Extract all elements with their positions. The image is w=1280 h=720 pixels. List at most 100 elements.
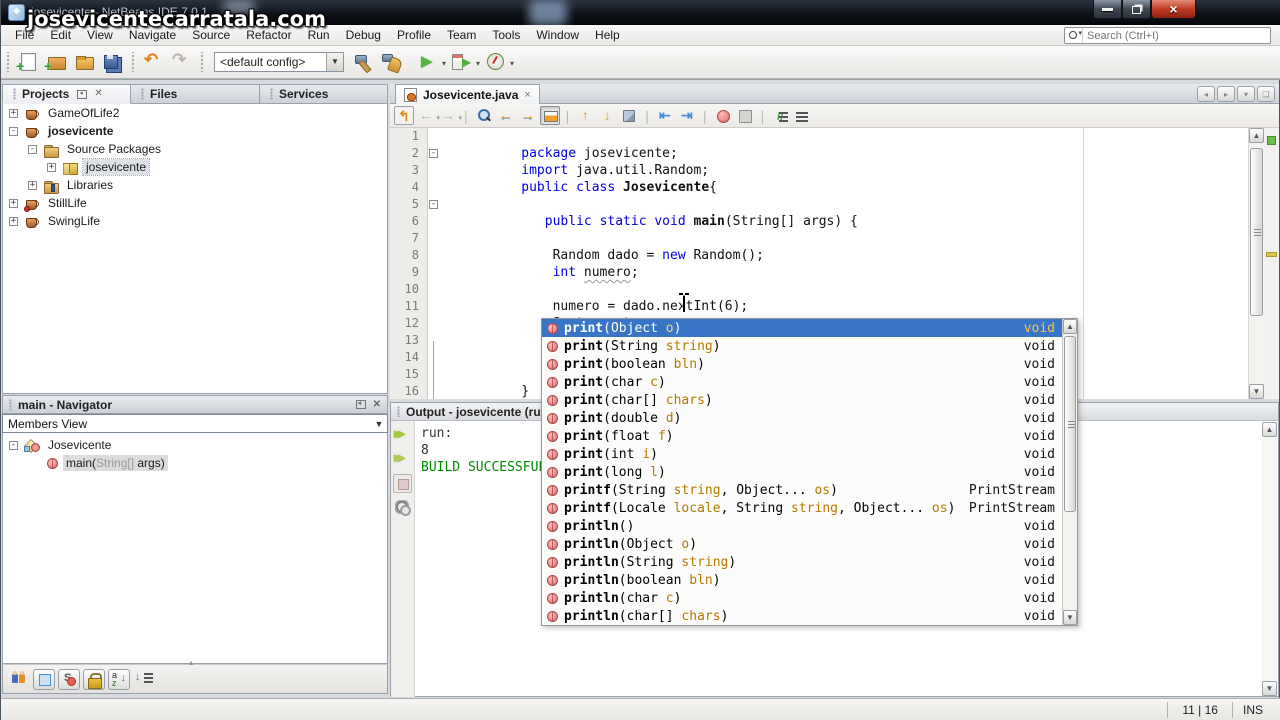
error-stripe[interactable] [1264, 128, 1279, 399]
completion-item[interactable]: println(char c) void [542, 589, 1063, 607]
menu-item[interactable]: Help [587, 26, 628, 44]
editor-toolbar-icon[interactable] [416, 106, 440, 128]
editor-scrollbar[interactable]: ▲ ▼ [1248, 128, 1264, 399]
menu-item[interactable]: Team [439, 26, 484, 44]
filter-fields-button[interactable] [33, 668, 55, 690]
output-toolbar-button[interactable] [393, 498, 412, 517]
project-tree-row[interactable]: + GameOfLife2 [3, 104, 387, 122]
scrollbar-thumb[interactable] [1064, 336, 1076, 512]
editor-toolbar-icon[interactable] [575, 106, 595, 125]
editor-toolbar-icon[interactable] [655, 106, 675, 125]
tree-expander-icon[interactable]: + [9, 198, 18, 208]
code-line[interactable]: public static void main(String[] args) { [443, 196, 1223, 229]
code-line[interactable]: System.out.p [443, 298, 1223, 331]
completion-item[interactable]: print(long l) void [542, 463, 1063, 481]
completion-item[interactable]: printf(String string, Object... os) Prin… [542, 481, 1063, 499]
toolbar-grip[interactable] [129, 52, 136, 72]
completion-item[interactable]: println(boolean bln) void [542, 571, 1063, 589]
tree-expander-icon[interactable]: - [9, 126, 18, 136]
menu-item[interactable]: Window [528, 26, 587, 44]
fold-collapse-icon[interactable]: - [429, 200, 438, 209]
editor-toolbar-icon[interactable] [496, 106, 516, 125]
editor-toolbar-icon[interactable] [619, 106, 639, 125]
editor-toolbar-icon[interactable] [597, 106, 617, 125]
toolbar-button[interactable] [71, 49, 97, 75]
minimize-button[interactable] [1093, 0, 1122, 19]
fold-collapse-icon[interactable]: - [429, 149, 438, 158]
quick-search[interactable] [1064, 27, 1271, 44]
restore-button[interactable] [1122, 0, 1151, 19]
scroll-down-icon[interactable]: ▼ [1063, 610, 1077, 625]
tree-expander-icon[interactable]: + [28, 180, 37, 190]
warning-mark[interactable] [1266, 252, 1277, 257]
scroll-tabs-right-button[interactable]: ▸ [1217, 86, 1235, 102]
completion-item[interactable]: print(int i) void [542, 445, 1063, 463]
completion-item[interactable]: print(char[] chars) void [542, 391, 1063, 409]
editor-toolbar-icon[interactable] [438, 106, 462, 128]
project-tree-row[interactable]: - josevicente [3, 122, 387, 140]
menu-item[interactable]: Profile [389, 26, 439, 44]
completion-item[interactable]: print(float f) void [542, 427, 1063, 445]
completion-item[interactable]: println(String string) void [542, 553, 1063, 571]
output-scrollbar[interactable]: ▲ ▼ [1262, 422, 1277, 696]
code-line[interactable]: public class Josevicente{ [443, 162, 1223, 195]
toolbar-button[interactable] [99, 49, 125, 75]
editor-toolbar-icon[interactable] [713, 106, 733, 125]
close-button[interactable]: × [1151, 0, 1196, 19]
filter-static-button[interactable] [58, 668, 80, 690]
code-line[interactable] [443, 213, 1223, 230]
toolbar-button[interactable] [351, 49, 377, 75]
search-icon[interactable] [1065, 28, 1083, 43]
code-line[interactable]: numero = dado.nextInt(6); [443, 281, 1223, 314]
editor-toolbar-icon[interactable] [770, 106, 790, 125]
splitter-collapse-icon[interactable]: ▴ [189, 658, 193, 667]
toolbar-button[interactable] [379, 49, 405, 75]
scroll-up-icon[interactable]: ▲ [1249, 128, 1264, 143]
toolbar-button[interactable]: ▾ [483, 49, 515, 75]
sort-by-source-button[interactable]: ↓ [133, 669, 155, 690]
project-tree-row[interactable]: + Libraries [3, 176, 387, 194]
navigator-view-dropdown[interactable]: Members View ▼ [2, 414, 388, 433]
navigator-header[interactable]: main - Navigator ✕ [2, 395, 388, 414]
filter-non-public-button[interactable] [83, 668, 105, 690]
scroll-up-icon[interactable]: ▲ [1262, 422, 1277, 437]
tree-expander-icon[interactable]: - [28, 144, 37, 154]
scroll-up-icon[interactable]: ▲ [1063, 319, 1077, 334]
toolbar-button[interactable] [15, 49, 41, 75]
sort-alphabetically-button[interactable]: ↓ [108, 668, 130, 690]
scroll-down-icon[interactable]: ▼ [1249, 384, 1264, 399]
toolbar-button[interactable] [140, 49, 166, 75]
search-input[interactable] [1083, 29, 1270, 42]
maximize-editor-button[interactable]: ❑ [1257, 86, 1275, 102]
scrollbar-thumb[interactable] [1250, 148, 1263, 316]
tab-projects[interactable]: Projects ✕ [2, 84, 131, 104]
menu-item[interactable]: Debug [338, 26, 389, 44]
tree-expander-icon[interactable]: + [47, 162, 56, 172]
code-line[interactable]: package josevicente; [443, 128, 1223, 161]
close-tab-icon[interactable]: ✕ [94, 89, 102, 99]
editor-toolbar-icon[interactable] [394, 106, 414, 125]
toolbar-button[interactable]: ▾ [415, 49, 447, 75]
project-tree-row[interactable]: + SwingLife [3, 212, 387, 230]
completion-item[interactable]: printf(Locale locale, String string, Obj… [542, 499, 1063, 517]
dock-window-icon[interactable] [77, 89, 88, 99]
code-line[interactable]: import java.util.Random; [443, 145, 1223, 178]
completion-item[interactable]: print(Object o) void [542, 319, 1063, 337]
editor-toolbar-icon[interactable] [518, 106, 538, 125]
completion-item[interactable]: print(char c) void [542, 373, 1063, 391]
chevron-down-icon[interactable]: ▼ [326, 53, 343, 71]
editor-tab[interactable]: Josevicente.java × [395, 84, 540, 104]
completion-scrollbar[interactable]: ▲ ▼ [1062, 319, 1077, 625]
tree-expander-icon[interactable]: + [9, 216, 18, 226]
project-tree-row[interactable]: - Source Packages [3, 140, 387, 158]
tab-list-button[interactable]: ▾ [1237, 86, 1255, 102]
toolbar-grip[interactable] [198, 52, 205, 72]
code-line[interactable]: int numero; [443, 247, 1223, 280]
completion-item[interactable]: print(double d) void [542, 409, 1063, 427]
editor-toolbar-icon[interactable] [735, 106, 755, 125]
scroll-down-icon[interactable]: ▼ [1262, 681, 1277, 696]
output-toolbar-button[interactable] [393, 474, 412, 493]
no-errors-indicator[interactable] [1267, 136, 1276, 145]
completion-item[interactable]: print(String string) void [542, 337, 1063, 355]
toolbar-button[interactable]: ▾ [449, 49, 481, 75]
